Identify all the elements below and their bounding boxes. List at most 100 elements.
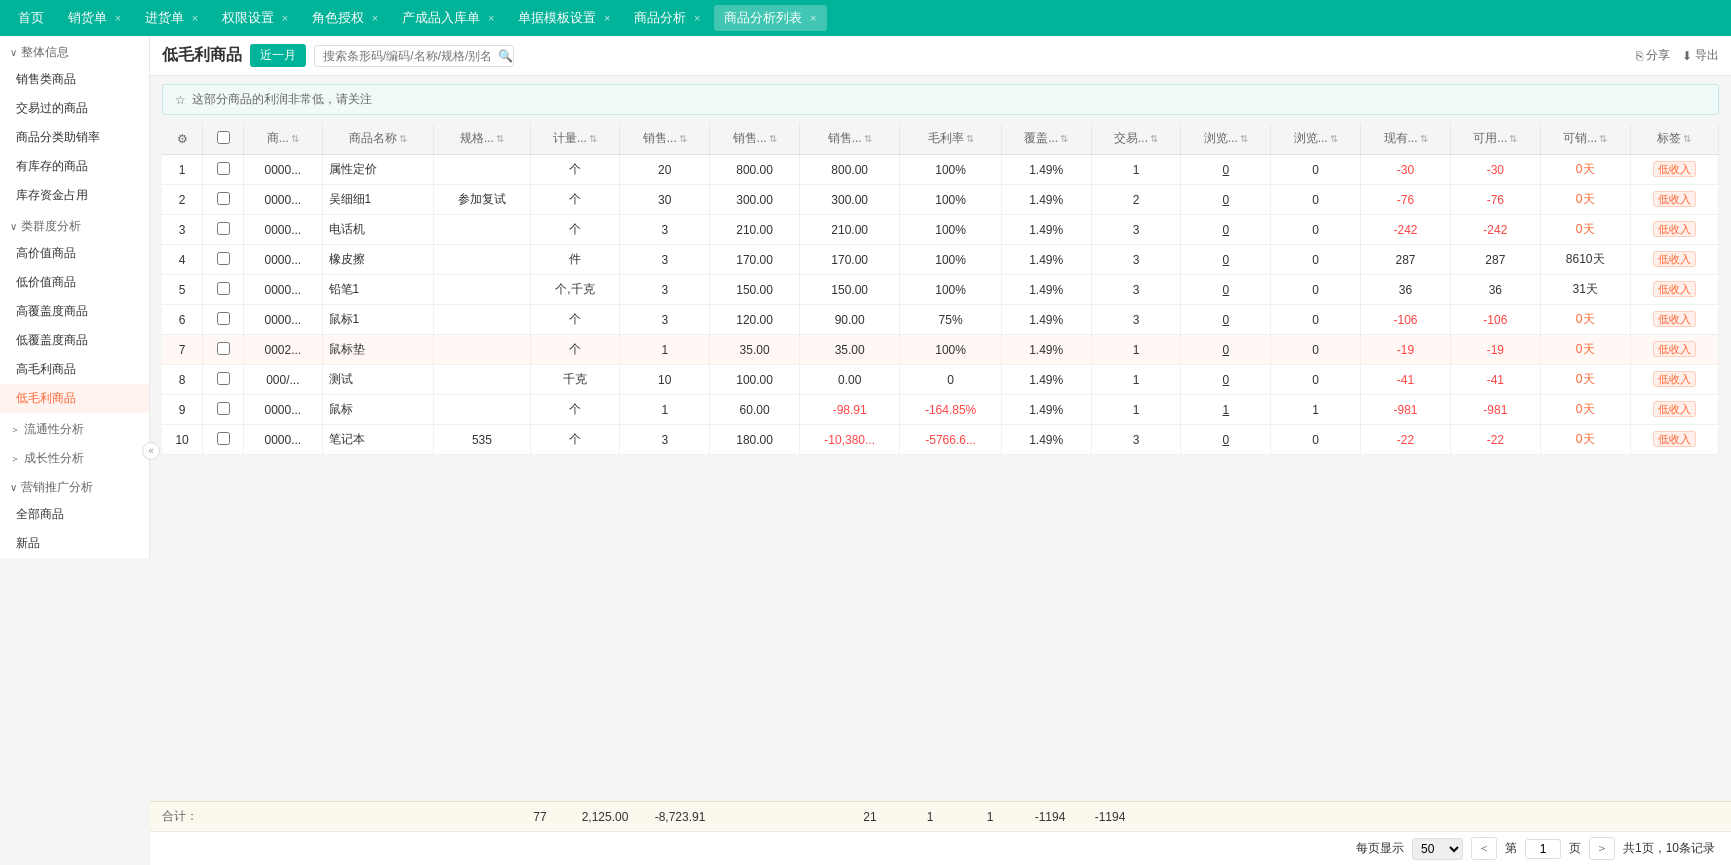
close-icon[interactable]: × [810, 12, 816, 24]
view1-link[interactable]: 0 [1223, 313, 1230, 327]
row-checkbox[interactable] [217, 162, 230, 175]
th-coverage[interactable]: 覆盖...⇅ [1001, 123, 1091, 155]
cell-checkbox[interactable] [203, 185, 244, 215]
sidebar-group-flow[interactable]: ＞ 流通性分析 [0, 413, 149, 442]
th-view2[interactable]: 浏览...⇅ [1271, 123, 1361, 155]
cell-view1[interactable]: 0 [1181, 305, 1271, 335]
cell-checkbox[interactable] [203, 425, 244, 455]
sidebar-collapse-button[interactable]: « [142, 442, 160, 460]
th-checkbox[interactable] [203, 123, 244, 155]
close-icon[interactable]: × [488, 12, 494, 24]
cell-checkbox[interactable] [203, 155, 244, 185]
nav-item-sales[interactable]: 销货单 × [58, 5, 131, 31]
th-sale-qty[interactable]: 销售...⇅ [620, 123, 710, 155]
prev-page-button[interactable]: ＜ [1471, 837, 1497, 860]
sidebar-item-all-goods[interactable]: 全部商品 [0, 500, 149, 529]
nav-item-role[interactable]: 角色授权 × [302, 5, 388, 31]
cell-checkbox[interactable] [203, 275, 244, 305]
cell-view1[interactable]: 0 [1181, 335, 1271, 365]
cell-checkbox[interactable] [203, 305, 244, 335]
th-tag[interactable]: 标签⇅ [1630, 123, 1718, 155]
row-checkbox[interactable] [217, 312, 230, 325]
th-unit[interactable]: 计量...⇅ [530, 123, 620, 155]
th-spec[interactable]: 规格...⇅ [434, 123, 530, 155]
page-number-input[interactable] [1525, 839, 1561, 859]
th-sale-amount[interactable]: 销售...⇅ [799, 123, 899, 155]
close-icon[interactable]: × [115, 12, 121, 24]
nav-item-home[interactable]: 首页 [8, 5, 54, 31]
cell-checkbox[interactable] [203, 365, 244, 395]
next-page-button[interactable]: ＞ [1589, 837, 1615, 860]
close-icon[interactable]: × [192, 12, 198, 24]
date-filter-button[interactable]: 近一月 [250, 44, 306, 67]
row-checkbox[interactable] [217, 282, 230, 295]
sidebar-item-new-goods[interactable]: 新品 [0, 529, 149, 558]
row-checkbox[interactable] [217, 222, 230, 235]
sidebar-item-sales-goods[interactable]: 销售类商品 [0, 65, 149, 94]
cell-view1[interactable]: 0 [1181, 245, 1271, 275]
cell-checkbox[interactable] [203, 215, 244, 245]
select-all-checkbox[interactable] [217, 131, 230, 144]
nav-item-purchase[interactable]: 进货单 × [135, 5, 208, 31]
settings-icon[interactable]: ⚙ [177, 132, 188, 146]
cell-view1[interactable]: 0 [1181, 365, 1271, 395]
sidebar-item-low-value[interactable]: 低价值商品 [0, 268, 149, 297]
row-checkbox[interactable] [217, 192, 230, 205]
nav-item-template[interactable]: 单据模板设置 × [508, 5, 620, 31]
cell-view1[interactable]: 0 [1181, 275, 1271, 305]
sidebar-item-high-coverage[interactable]: 高覆盖度商品 [0, 297, 149, 326]
row-checkbox[interactable] [217, 372, 230, 385]
cell-checkbox[interactable] [203, 395, 244, 425]
sidebar-group-overall[interactable]: ∨ 整体信息 [0, 36, 149, 65]
th-settings[interactable]: ⚙ [162, 123, 203, 155]
th-name[interactable]: 商品名称⇅ [322, 123, 434, 155]
sidebar-group-marketing[interactable]: ∨ 营销推广分析 [0, 471, 149, 500]
sidebar-item-traded-goods[interactable]: 交易过的商品 [0, 94, 149, 123]
view1-link[interactable]: 0 [1223, 343, 1230, 357]
view1-link[interactable]: 0 [1223, 373, 1230, 387]
view1-link[interactable]: 0 [1223, 163, 1230, 177]
th-saleable[interactable]: 可销...⇅ [1540, 123, 1630, 155]
sidebar-item-high-margin[interactable]: 高毛利商品 [0, 355, 149, 384]
sidebar-item-inventory-goods[interactable]: 有库存的商品 [0, 152, 149, 181]
nav-item-analysis[interactable]: 商品分析 × [624, 5, 710, 31]
view1-link[interactable]: 0 [1223, 283, 1230, 297]
search-icon[interactable]: 🔍 [498, 49, 513, 63]
sidebar-item-low-margin[interactable]: 低毛利商品 [0, 384, 149, 413]
close-icon[interactable]: × [372, 12, 378, 24]
view1-link[interactable]: 0 [1223, 223, 1230, 237]
nav-item-permission[interactable]: 权限设置 × [212, 5, 298, 31]
per-page-select[interactable]: 50 100 200 [1412, 838, 1463, 860]
sidebar-item-inventory-fund[interactable]: 库存资金占用 [0, 181, 149, 210]
nav-item-product[interactable]: 产成品入库单 × [392, 5, 504, 31]
row-checkbox[interactable] [217, 402, 230, 415]
close-icon[interactable]: × [282, 12, 288, 24]
search-input[interactable] [314, 45, 514, 67]
row-checkbox[interactable] [217, 432, 230, 445]
cell-view1[interactable]: 0 [1181, 185, 1271, 215]
th-view1[interactable]: 浏览...⇅ [1181, 123, 1271, 155]
cell-view1[interactable]: 0 [1181, 155, 1271, 185]
view1-link[interactable]: 0 [1223, 193, 1230, 207]
th-trade[interactable]: 交易...⇅ [1091, 123, 1181, 155]
sidebar-group-growth[interactable]: ＞ 成长性分析 [0, 442, 149, 471]
row-checkbox[interactable] [217, 342, 230, 355]
th-gross-rate[interactable]: 毛利率⇅ [900, 123, 1001, 155]
close-icon[interactable]: × [694, 12, 700, 24]
cell-view1[interactable]: 0 [1181, 425, 1271, 455]
th-available[interactable]: 可用...⇅ [1450, 123, 1540, 155]
row-checkbox[interactable] [217, 252, 230, 265]
sidebar-group-cluster[interactable]: ∨ 类群度分析 [0, 210, 149, 239]
view1-link[interactable]: 1 [1223, 403, 1230, 417]
th-code[interactable]: 商...⇅ [244, 123, 322, 155]
cell-view1[interactable]: 0 [1181, 215, 1271, 245]
th-current[interactable]: 现有...⇅ [1361, 123, 1451, 155]
export-button[interactable]: ⬇ 导出 [1682, 47, 1719, 64]
cell-checkbox[interactable] [203, 335, 244, 365]
view1-link[interactable]: 0 [1223, 433, 1230, 447]
close-icon[interactable]: × [604, 12, 610, 24]
share-button[interactable]: ⎘ 分享 [1636, 47, 1670, 64]
cell-view1[interactable]: 1 [1181, 395, 1271, 425]
view1-link[interactable]: 0 [1223, 253, 1230, 267]
sidebar-item-high-value[interactable]: 高价值商品 [0, 239, 149, 268]
